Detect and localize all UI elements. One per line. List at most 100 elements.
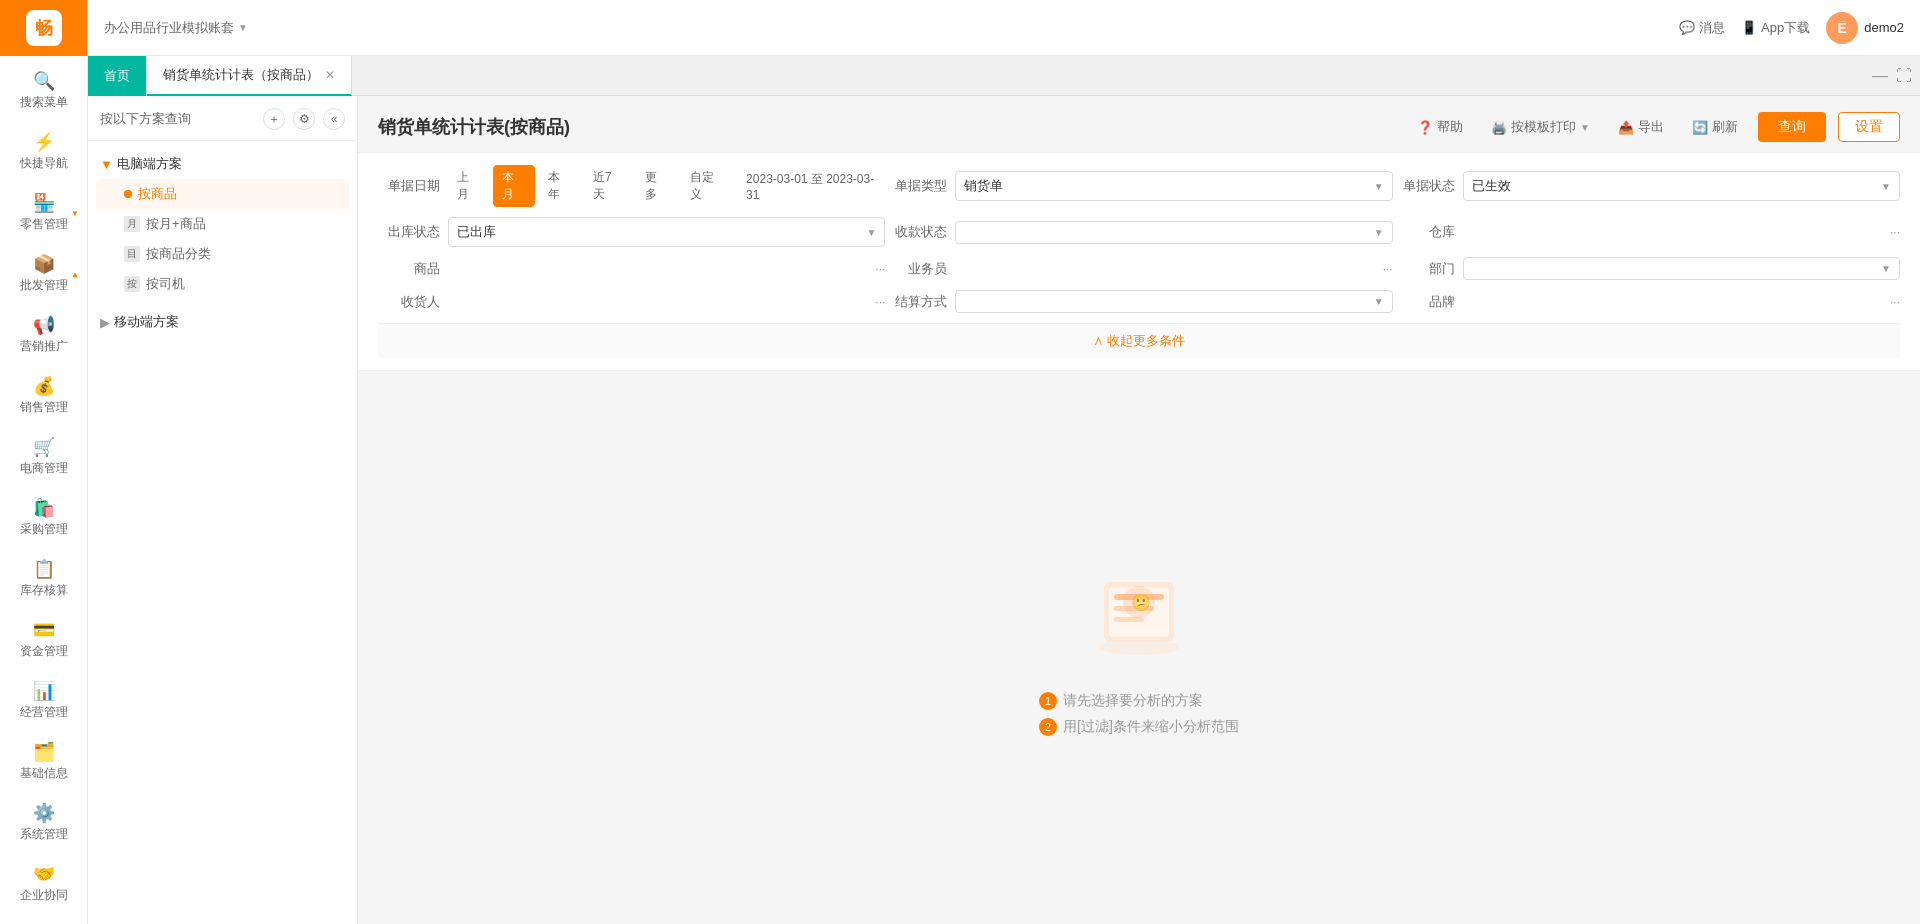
filter-bill-type: 单据类型 销货单 ▼ (885, 171, 1392, 201)
user-area[interactable]: E demo2 (1826, 12, 1904, 44)
filter-out-status: 出库状态 已出库 ▼ (378, 217, 885, 247)
date-tab-more[interactable]: 更多 (636, 165, 677, 207)
collect-status-label: 收款状态 (885, 223, 955, 241)
date-tab-this-month[interactable]: 本月 (493, 165, 534, 207)
download-label: App下载 (1761, 19, 1810, 37)
sidebar-item-newbie[interactable]: 🎓 新手引导 (0, 914, 87, 924)
settlement-label: 结算方式 (885, 293, 955, 311)
ecom-icon: 🛒 (33, 436, 55, 458)
mobile-scheme-group: ▶ 移动端方案 (88, 307, 357, 337)
active-dot-icon (124, 190, 132, 198)
collect-status-control: ▼ (955, 221, 1392, 244)
tip-num-1: 1 (1039, 692, 1057, 710)
tab-home-label: 首页 (104, 67, 130, 85)
main-content: 办公用品行业模拟账套 ▼ 💬 消息 📱 App下载 E demo2 首页 (88, 0, 1920, 924)
out-status-control: 已出库 ▼ (448, 217, 885, 247)
sidebar-item-retail[interactable]: 🏪 零售管理 (0, 182, 87, 243)
scheme-item-by-cat[interactable]: 目 按商品分类 (96, 239, 349, 269)
collect-status-select[interactable]: ▼ (955, 221, 1392, 244)
enterprise-icon: 🤝 (33, 863, 55, 885)
sidebar-item-ops[interactable]: 📊 经营管理 (0, 670, 87, 731)
sidebar-item-ecom-label: 电商管理 (20, 460, 68, 477)
left-panel-title: 按以下方案查询 (100, 110, 191, 128)
dropdown-icon: ▼ (238, 22, 248, 33)
sidebar-item-finance[interactable]: 💳 资金管理 (0, 609, 87, 670)
download-btn[interactable]: 📱 App下载 (1741, 19, 1810, 37)
tab-close-btn[interactable]: ✕ (325, 68, 335, 82)
retail-icon: 🏪 (33, 192, 55, 214)
settings-btn[interactable]: 设置 (1838, 112, 1900, 142)
settlement-control: ▼ (955, 290, 1392, 313)
warehouse-input[interactable] (1463, 227, 1882, 237)
search-icon: 🔍 (33, 70, 55, 92)
sidebar-item-search[interactable]: 🔍 搜索菜单 (0, 60, 87, 121)
refresh-btn[interactable]: 🔄 刷新 (1684, 114, 1746, 140)
product-input[interactable] (448, 264, 867, 274)
sidebar-item-ecom[interactable]: 🛒 电商管理 (0, 426, 87, 487)
bill-date-control: 上月 本月 本年 近7天 更多 自定义 2023-03-01 至 2023-03… (448, 165, 885, 207)
help-btn[interactable]: ❓ 帮助 (1409, 114, 1471, 140)
receiver-input[interactable] (448, 297, 867, 307)
sidebar-item-inventory[interactable]: 📋 库存核算 (0, 548, 87, 609)
scheme-item-by-product[interactable]: 按商品 (96, 179, 349, 209)
page-header: 销货单统计计表(按商品) ❓ 帮助 🖨️ 按模板打印 ▼ 📤 导出 (358, 96, 1920, 153)
sidebar-item-quick[interactable]: ⚡ 快捷导航 (0, 121, 87, 182)
message-btn[interactable]: 💬 消息 (1679, 19, 1725, 37)
department-select[interactable]: ▼ (1463, 257, 1900, 280)
brand-more-btn[interactable]: ··· (1890, 295, 1900, 309)
date-tab-custom[interactable]: 自定义 (681, 165, 734, 207)
sidebar-item-marketing[interactable]: 📢 营销推广 (0, 304, 87, 365)
export-btn[interactable]: 📤 导出 (1610, 114, 1672, 140)
minimize-btn[interactable]: — (1872, 67, 1888, 85)
logo-initial: 畅 (35, 16, 53, 40)
bill-type-select[interactable]: 销货单 ▼ (955, 171, 1392, 201)
sidebar-item-enterprise[interactable]: 🤝 企业协同 (0, 853, 87, 914)
message-icon: 💬 (1679, 20, 1695, 35)
bill-status-label: 单据状态 (1393, 177, 1463, 195)
settlement-select[interactable]: ▼ (955, 290, 1392, 313)
tab-home[interactable]: 首页 (88, 56, 147, 96)
receiver-more-btn[interactable]: ··· (875, 295, 885, 309)
nav-icon: ⚡ (33, 131, 55, 153)
product-more-btn[interactable]: ··· (875, 262, 885, 276)
collapse-panel-btn[interactable]: « (323, 108, 345, 130)
query-btn[interactable]: 查询 (1758, 112, 1826, 142)
sidebar-item-wholesale[interactable]: 📦 批发管理 (0, 243, 87, 304)
brand-input[interactable] (1463, 297, 1882, 307)
tabs-bar: 首页 销货单统计计表（按商品） ✕ — ⛶ (88, 56, 1920, 96)
message-label: 消息 (1699, 19, 1725, 37)
tab-sales-stats[interactable]: 销货单统计计表（按商品） ✕ (147, 56, 352, 96)
sidebar-item-purchase[interactable]: 🛍️ 采购管理 (0, 487, 87, 548)
filter-warehouse: 仓库 ··· (1393, 223, 1900, 241)
filter-row-4: 收货人 ··· 结算方式 ▼ (378, 290, 1900, 313)
logo-area[interactable]: 畅 (0, 0, 87, 56)
add-scheme-btn[interactable]: ＋ (263, 108, 285, 130)
mobile-scheme-label: 移动端方案 (114, 313, 179, 331)
sidebar-item-ops-label: 经营管理 (20, 704, 68, 721)
bill-status-select[interactable]: 已生效 ▼ (1463, 171, 1900, 201)
date-tab-7days[interactable]: 近7天 (584, 165, 632, 207)
top-nav: 办公用品行业模拟账套 ▼ 💬 消息 📱 App下载 E demo2 (88, 0, 1920, 56)
scheme-item-by-month-product[interactable]: 月 按月+商品 (96, 209, 349, 239)
print-btn[interactable]: 🖨️ 按模板打印 ▼ (1483, 114, 1598, 140)
sidebar-item-system[interactable]: ⚙️ 系统管理 (0, 792, 87, 853)
empty-tip-2-label: 用[过滤]条件来缩小分析范围 (1063, 718, 1239, 736)
sidebar-item-basic[interactable]: 🗂️ 基础信息 (0, 731, 87, 792)
page-title: 销货单统计计表(按商品) (378, 115, 570, 139)
warehouse-more-btn[interactable]: ··· (1890, 225, 1900, 239)
date-tab-this-year[interactable]: 本年 (539, 165, 580, 207)
settings-scheme-btn[interactable]: ⚙ (293, 108, 315, 130)
maximize-btn[interactable]: ⛶ (1896, 67, 1912, 85)
desktop-scheme-header[interactable]: ▼ 电脑端方案 (96, 149, 349, 179)
mobile-scheme-header[interactable]: ▶ 移动端方案 (96, 307, 349, 337)
out-status-select[interactable]: 已出库 ▼ (448, 217, 885, 247)
salesperson-input[interactable] (955, 264, 1374, 274)
scheme-item-by-dept[interactable]: 按 按司机 (96, 269, 349, 299)
date-tab-last-month[interactable]: 上月 (448, 165, 489, 207)
app-selector[interactable]: 办公用品行业模拟账套 ▼ (104, 19, 248, 37)
salesperson-more-btn[interactable]: ··· (1383, 262, 1393, 276)
collapse-filter-btn[interactable]: ∧ 收起更多条件 (378, 323, 1900, 358)
warehouse-control: ··· (1463, 225, 1900, 239)
sidebar-item-sales[interactable]: 💰 销售管理 (0, 365, 87, 426)
system-icon: ⚙️ (33, 802, 55, 824)
